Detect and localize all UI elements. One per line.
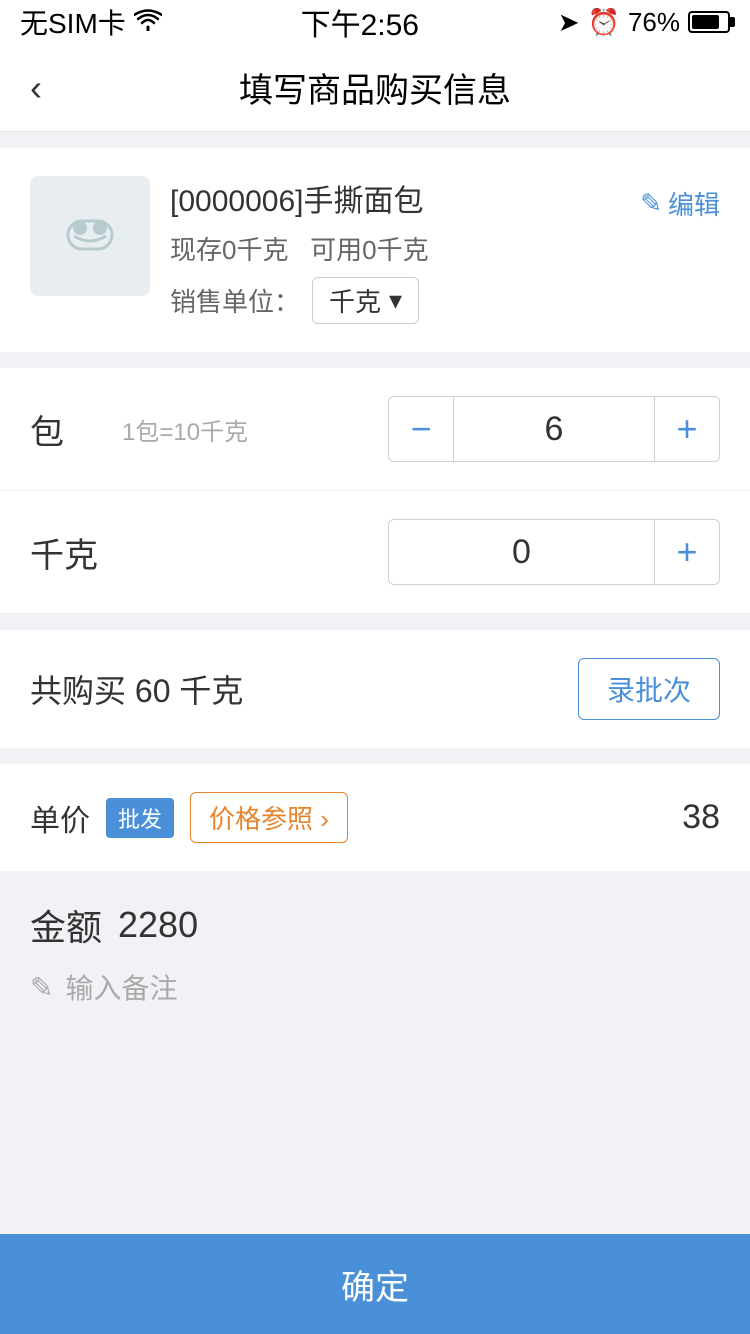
empty-space [0, 1035, 750, 1234]
quantity-control-kg: + [388, 519, 720, 585]
battery-percent: 76% [628, 7, 680, 38]
nav-bar: ‹ 填写商品购买信息 [0, 44, 750, 132]
location-icon: ➤ [558, 7, 580, 38]
increase-bao-button[interactable]: + [654, 396, 720, 462]
edit-icon: ✎ [640, 188, 662, 219]
confirm-button[interactable]: 确定 [0, 1234, 750, 1334]
unit-selector[interactable]: 千克 ▾ [312, 277, 419, 324]
product-info: [0000006]手撕面包 ✎ 编辑 现存0千克 可用0千克 销售单位： 千克 … [170, 176, 720, 324]
increase-kg-button[interactable]: + [654, 519, 720, 585]
alarm-icon: ⏰ [588, 7, 620, 38]
carrier-text: 无SIM卡 [20, 2, 126, 42]
wifi-icon [134, 6, 162, 38]
price-section: 单价 批发 价格参照 › 38 [0, 764, 750, 871]
unit-hint-bao: 1包=10千克 [122, 412, 388, 447]
status-left: 无SIM卡 [20, 2, 162, 42]
quantity-row-bao: 包 1包=10千克 − + [0, 368, 750, 491]
status-bar: 无SIM卡 下午2:56 ➤ ⏰ 76% [0, 0, 750, 44]
product-stock: 现存0千克 可用0千克 [170, 230, 720, 267]
total-text: 共购买 60 千克 [30, 666, 243, 712]
unit-label-kg: 千克 [30, 528, 110, 577]
status-time: 下午2:56 [301, 0, 419, 44]
price-batch-tag: 批发 [106, 798, 174, 838]
quantity-kg-input[interactable] [388, 519, 654, 585]
product-image [30, 176, 150, 296]
unit-label-bao: 包 [30, 405, 110, 454]
pencil-icon: ✎ [30, 971, 53, 1004]
quantity-row-kg: 千克 + [0, 491, 750, 614]
total-row: 共购买 60 千克 录批次 [0, 630, 750, 748]
amount-section: 金额 2280 ✎ 输入备注 [0, 871, 750, 1035]
quantity-section: 包 1包=10千克 − + 千克 + [0, 368, 750, 614]
product-unit-row: 销售单位： 千克 ▾ [170, 277, 720, 324]
status-right: ➤ ⏰ 76% [558, 7, 730, 38]
product-card: [0000006]手撕面包 ✎ 编辑 现存0千克 可用0千克 销售单位： 千克 … [0, 148, 750, 352]
price-reference-button[interactable]: 价格参照 › [190, 792, 348, 843]
battery-icon [688, 11, 730, 33]
product-logo-icon [60, 206, 120, 266]
batch-button[interactable]: 录批次 [578, 658, 720, 720]
price-value: 38 [682, 798, 720, 837]
remark-placeholder: 输入备注 [65, 967, 177, 1007]
decrease-bao-button[interactable]: − [388, 396, 454, 462]
chevron-down-icon: ▾ [389, 285, 402, 316]
edit-button[interactable]: ✎ 编辑 [640, 185, 720, 222]
amount-label: 金额 [30, 899, 102, 951]
quantity-control-bao: − + [388, 396, 720, 462]
back-button[interactable]: ‹ [30, 67, 42, 109]
amount-value: 2280 [118, 904, 198, 946]
remark-row[interactable]: ✎ 输入备注 [30, 967, 720, 1035]
quantity-bao-input[interactable] [454, 396, 654, 462]
product-name: [0000006]手撕面包 [170, 176, 423, 220]
page-title: 填写商品购买信息 [239, 63, 511, 112]
price-label: 单价 [30, 796, 90, 840]
amount-row: 金额 2280 [30, 899, 720, 951]
